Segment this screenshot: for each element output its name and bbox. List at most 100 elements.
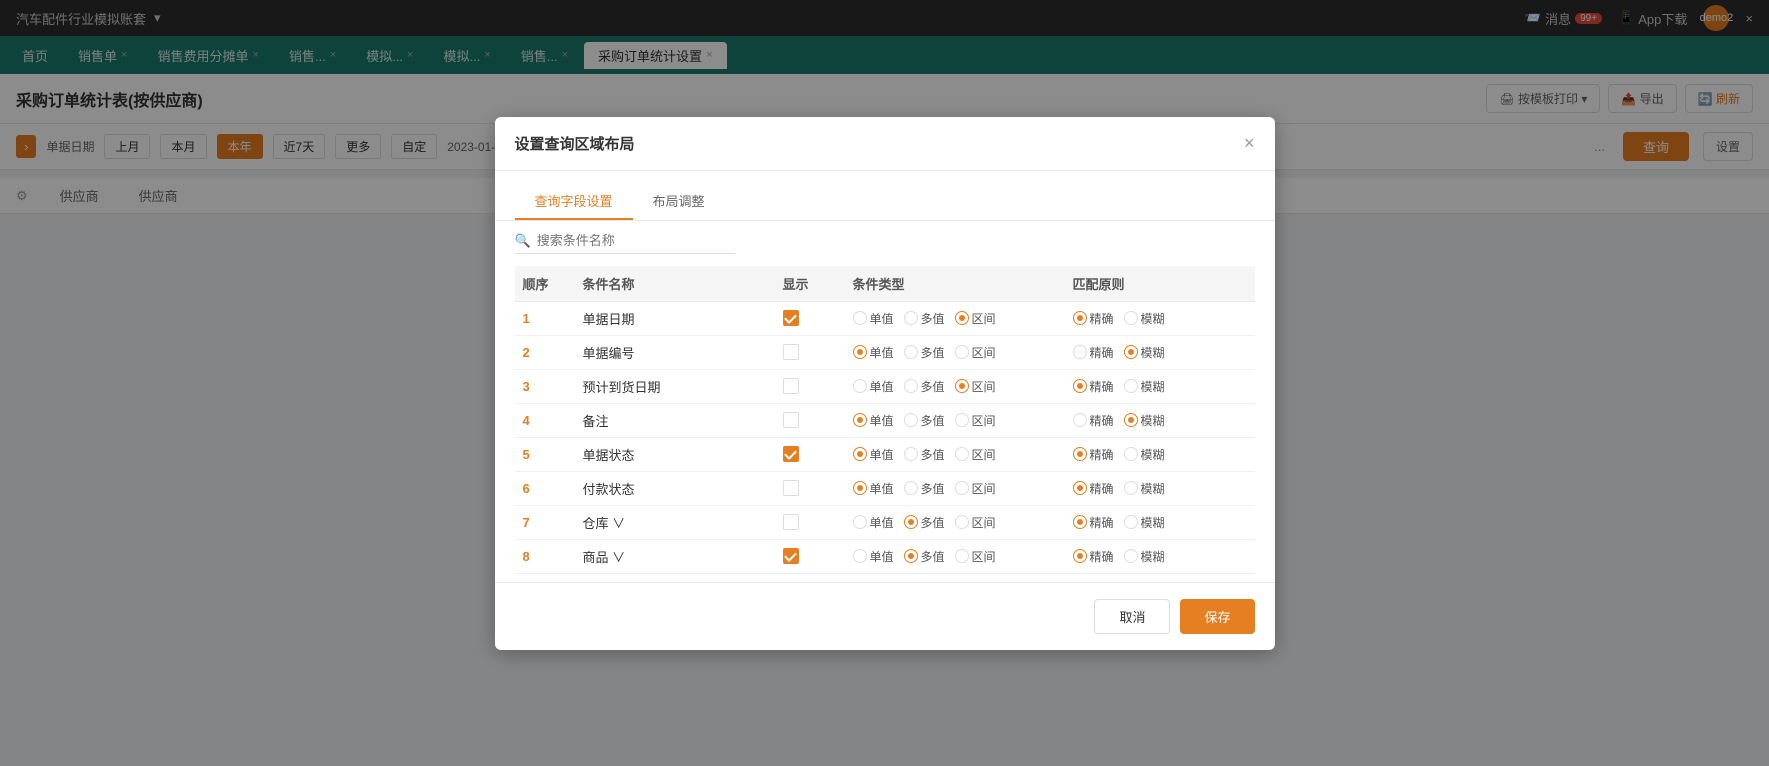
checkbox-display[interactable] bbox=[783, 344, 799, 360]
radio-type-multi[interactable]: 多值 bbox=[904, 446, 945, 463]
row-display-checkbox[interactable] bbox=[775, 377, 845, 396]
radio-match-exact[interactable]: 精确 bbox=[1073, 446, 1114, 463]
radio-type-range[interactable]: 区间 bbox=[955, 310, 996, 327]
radio-type-multi[interactable]: 多值 bbox=[904, 480, 945, 497]
row-type-radios: 单值 多值区间 bbox=[845, 411, 1065, 430]
row-display-checkbox[interactable] bbox=[775, 445, 845, 464]
radio-match-fuzzy[interactable]: 模糊 bbox=[1124, 378, 1165, 395]
checkbox-display[interactable] bbox=[783, 446, 799, 462]
radio-label-single: 单值 bbox=[870, 548, 894, 565]
radio-label-match-exact: 精确 bbox=[1090, 548, 1114, 565]
row-match-radios: 精确 模糊 bbox=[1065, 411, 1255, 430]
radio-match-exact[interactable]: 精确 bbox=[1073, 412, 1114, 429]
radio-match-fuzzy[interactable]: 模糊 bbox=[1124, 446, 1165, 463]
row-condition-name: 商品 ∨ bbox=[575, 547, 775, 566]
radio-label-single: 单值 bbox=[870, 514, 894, 531]
checkbox-display[interactable] bbox=[783, 548, 799, 564]
row-match-radios: 精确模糊 bbox=[1065, 445, 1255, 464]
radio-type-multi[interactable]: 多值 bbox=[904, 514, 945, 531]
radio-type-single[interactable]: 单值 bbox=[853, 344, 894, 361]
radio-dot-match-fuzzy bbox=[1124, 515, 1138, 529]
radio-dot-single bbox=[853, 345, 867, 359]
radio-type-range[interactable]: 区间 bbox=[955, 480, 996, 497]
radio-type-range[interactable]: 区间 bbox=[955, 446, 996, 463]
row-display-checkbox[interactable] bbox=[775, 411, 845, 430]
modal-footer: 取消 保存 bbox=[495, 582, 1275, 650]
row-display-checkbox[interactable] bbox=[775, 309, 845, 328]
row-match-radios: 精确模糊 bbox=[1065, 513, 1255, 532]
modal-tab-query-fields[interactable]: 查询字段设置 bbox=[515, 183, 633, 220]
row-type-radios: 单值多值 区间 bbox=[845, 513, 1065, 532]
radio-label-multi: 多值 bbox=[921, 412, 945, 429]
radio-type-multi[interactable]: 多值 bbox=[904, 310, 945, 327]
radio-type-multi[interactable]: 多值 bbox=[904, 548, 945, 565]
radio-type-single[interactable]: 单值 bbox=[853, 514, 894, 531]
radio-label-range: 区间 bbox=[972, 548, 996, 565]
save-button[interactable]: 保存 bbox=[1180, 599, 1254, 634]
radio-dot-match-exact bbox=[1073, 379, 1087, 393]
radio-match-exact[interactable]: 精确 bbox=[1073, 344, 1114, 361]
radio-match-fuzzy[interactable]: 模糊 bbox=[1124, 514, 1165, 531]
radio-dot-match-fuzzy bbox=[1124, 413, 1138, 427]
search-input[interactable] bbox=[537, 233, 735, 248]
row-display-checkbox[interactable] bbox=[775, 479, 845, 498]
radio-type-range[interactable]: 区间 bbox=[955, 548, 996, 565]
row-display-checkbox[interactable] bbox=[775, 547, 845, 566]
checkbox-display[interactable] bbox=[783, 412, 799, 428]
radio-match-fuzzy[interactable]: 模糊 bbox=[1124, 310, 1165, 327]
radio-match-exact[interactable]: 精确 bbox=[1073, 514, 1114, 531]
radio-type-multi[interactable]: 多值 bbox=[904, 378, 945, 395]
table-row: 5单据状态单值多值区间精确模糊 bbox=[515, 438, 1255, 472]
radio-label-match-fuzzy: 模糊 bbox=[1141, 480, 1165, 497]
radio-dot-range bbox=[955, 481, 969, 495]
radio-label-match-fuzzy: 模糊 bbox=[1141, 412, 1165, 429]
radio-label-multi: 多值 bbox=[921, 310, 945, 327]
radio-label-match-fuzzy: 模糊 bbox=[1141, 344, 1165, 361]
radio-match-exact[interactable]: 精确 bbox=[1073, 548, 1114, 565]
radio-type-range[interactable]: 区间 bbox=[955, 344, 996, 361]
radio-match-exact[interactable]: 精确 bbox=[1073, 480, 1114, 497]
radio-label-match-exact: 精确 bbox=[1090, 344, 1114, 361]
radio-label-multi: 多值 bbox=[921, 548, 945, 565]
table-row: 4备注单值多值区间精确模糊 bbox=[515, 404, 1255, 438]
radio-type-multi[interactable]: 多值 bbox=[904, 344, 945, 361]
radio-type-single[interactable]: 单值 bbox=[853, 446, 894, 463]
radio-match-exact[interactable]: 精确 bbox=[1073, 378, 1114, 395]
modal-close-button[interactable]: × bbox=[1244, 133, 1255, 154]
radio-match-fuzzy[interactable]: 模糊 bbox=[1124, 548, 1165, 565]
row-match-radios: 精确模糊 bbox=[1065, 377, 1255, 396]
cancel-button[interactable]: 取消 bbox=[1094, 599, 1170, 634]
radio-label-single: 单值 bbox=[870, 344, 894, 361]
radio-dot-match-exact bbox=[1073, 515, 1087, 529]
radio-label-match-exact: 精确 bbox=[1090, 446, 1114, 463]
radio-type-single[interactable]: 单值 bbox=[853, 480, 894, 497]
radio-type-single[interactable]: 单值 bbox=[853, 548, 894, 565]
checkbox-display[interactable] bbox=[783, 514, 799, 530]
row-num: 5 bbox=[515, 445, 575, 464]
radio-type-range[interactable]: 区间 bbox=[955, 412, 996, 429]
radio-match-fuzzy[interactable]: 模糊 bbox=[1124, 412, 1165, 429]
radio-match-fuzzy[interactable]: 模糊 bbox=[1124, 480, 1165, 497]
radio-dot-range bbox=[955, 447, 969, 461]
checkbox-display[interactable] bbox=[783, 480, 799, 496]
radio-label-range: 区间 bbox=[972, 514, 996, 531]
row-display-checkbox[interactable] bbox=[775, 513, 845, 532]
modal-tab-layout[interactable]: 布局调整 bbox=[633, 183, 725, 220]
radio-type-range[interactable]: 区间 bbox=[955, 514, 996, 531]
radio-label-multi: 多值 bbox=[921, 480, 945, 497]
radio-type-single[interactable]: 单值 bbox=[853, 378, 894, 395]
row-display-checkbox[interactable] bbox=[775, 343, 845, 362]
radio-match-exact[interactable]: 精确 bbox=[1073, 310, 1114, 327]
radio-dot-range bbox=[955, 311, 969, 325]
radio-type-single[interactable]: 单值 bbox=[853, 310, 894, 327]
radio-type-single[interactable]: 单值 bbox=[853, 412, 894, 429]
col-display: 显示 bbox=[775, 274, 845, 293]
radio-type-multi[interactable]: 多值 bbox=[904, 412, 945, 429]
radio-type-range[interactable]: 区间 bbox=[955, 378, 996, 395]
checkbox-display[interactable] bbox=[783, 310, 799, 326]
radio-match-fuzzy[interactable]: 模糊 bbox=[1124, 344, 1165, 361]
search-box: 🔍 bbox=[515, 233, 735, 254]
modal-table: 顺序 条件名称 显示 条件类型 匹配原则 1单据日期单值多值区间精确模糊2单据编… bbox=[495, 266, 1275, 582]
col-name: 条件名称 bbox=[575, 274, 775, 293]
checkbox-display[interactable] bbox=[783, 378, 799, 394]
